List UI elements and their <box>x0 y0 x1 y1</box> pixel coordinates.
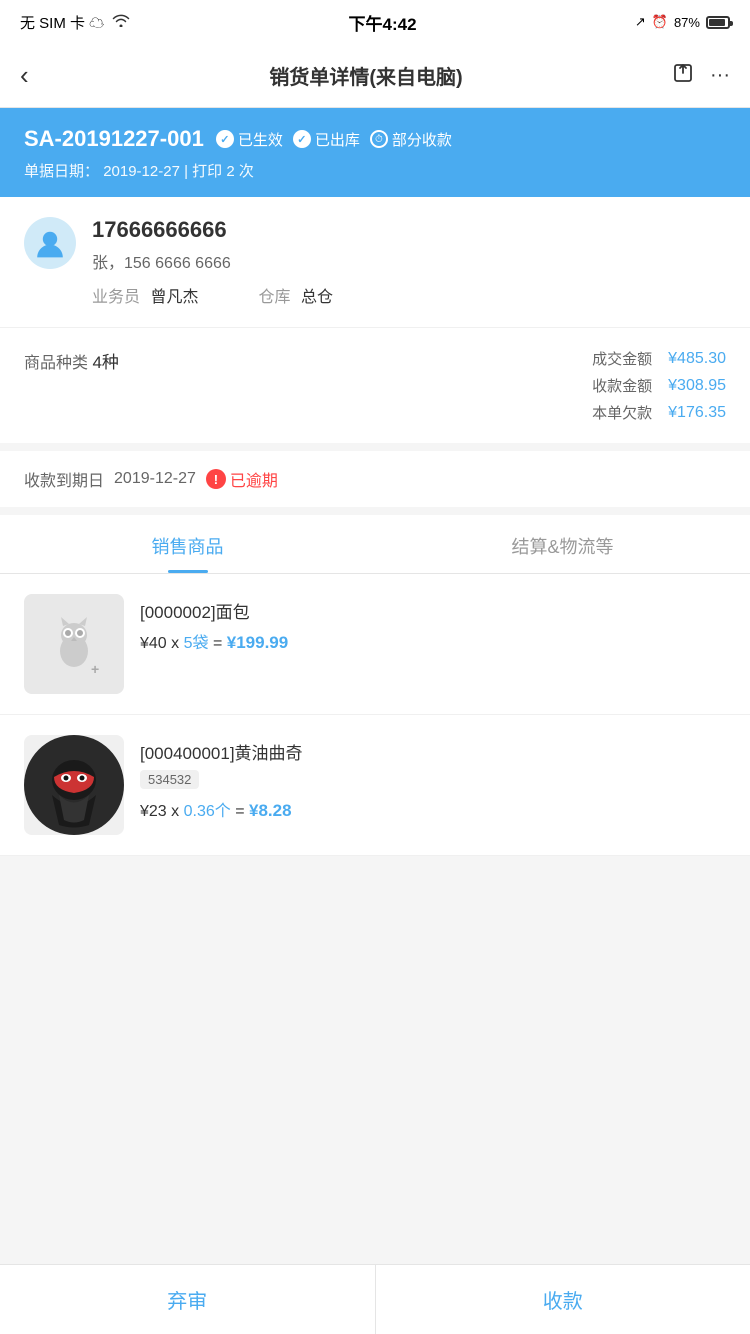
product-details-2: [000400001]黄油曲奇 534532 ¥23 x 0.36个 = ¥8.… <box>140 735 726 821</box>
alarm-icon: ⏰ <box>652 14 668 30</box>
type-label: 商品种类 <box>24 355 88 372</box>
badge-shipped: ✓ 已出库 <box>293 129 360 150</box>
check-icon-shipped: ✓ <box>293 130 311 148</box>
amount-label: 成交金额 <box>592 348 652 369</box>
overdue-icon: ! <box>206 469 226 489</box>
price-total-2: ¥8.28 <box>249 801 292 820</box>
financial-stats: 成交金额 ¥485.30 收款金额 ¥308.95 本单欠款 ¥176.35 <box>592 348 726 423</box>
table-row: + [0000002]面包 ¥40 x 5袋 = ¥199.99 <box>0 574 750 715</box>
order-banner: SA-20191227-001 ✓ 已生效 ✓ 已出库 ⏱ 部分收款 单据日期：… <box>0 108 750 197</box>
nav-bar: ‹ 销货单详情(来自电脑) ··· <box>0 44 750 108</box>
price-base-1: ¥40 <box>140 635 167 652</box>
order-id: SA-20191227-001 <box>24 126 204 152</box>
thumb-placeholder-1: + <box>24 594 124 694</box>
badge-partial: ⏱ 部分收款 <box>370 129 452 150</box>
wifi-icon <box>112 13 130 31</box>
customer-meta: 业务员 曾凡杰 仓库 总仓 <box>92 283 726 307</box>
status-right: ↗ ⏰ 87% <box>635 14 730 30</box>
product-tag-2: 534532 <box>140 770 199 789</box>
collect-payment-button[interactable]: 收款 <box>376 1265 750 1334</box>
date-label: 单据日期： <box>24 163 99 180</box>
warehouse-meta: 仓库 总仓 <box>258 283 332 307</box>
sim-text: 无 SIM 卡 ☁ <box>20 12 104 33</box>
overdue-badge: ! 已逾期 <box>206 467 278 491</box>
bottom-action-bar: 弃审 收款 <box>0 1264 750 1334</box>
table-row: [000400001]黄油曲奇 534532 ¥23 x 0.36个 = ¥8.… <box>0 715 750 856</box>
received-row: 收款金额 ¥308.95 <box>592 375 726 396</box>
debt-label: 本单欠款 <box>592 402 652 423</box>
type-count-value: 4种 <box>92 353 118 372</box>
salesperson-value: 曾凡杰 <box>150 289 198 306</box>
battery-text: 87% <box>674 15 700 30</box>
product-thumbnail-1: + <box>24 594 124 694</box>
debt-value: ¥176.35 <box>668 404 726 422</box>
product-thumbnail-2 <box>24 735 124 835</box>
tab-sales-products[interactable]: 销售商品 <box>0 515 375 573</box>
warehouse-value: 总仓 <box>301 289 333 306</box>
price-total-1: ¥199.99 <box>227 633 288 652</box>
amount-row: 成交金额 ¥485.30 <box>592 348 726 369</box>
svg-text:+: + <box>91 661 99 677</box>
product-name-2: [000400001]黄油曲奇 <box>140 739 726 764</box>
product-name-1: [0000002]面包 <box>140 598 726 623</box>
due-date-value: 2019-12-27 <box>114 470 196 488</box>
amount-value: ¥485.30 <box>668 350 726 368</box>
customer-id: 17666666666 <box>92 217 726 243</box>
share-icon[interactable] <box>672 62 694 90</box>
cancel-review-button[interactable]: 弃审 <box>0 1265 376 1334</box>
nav-right-actions: ··· <box>672 62 730 90</box>
salesperson-label: 业务员 <box>92 289 140 306</box>
status-left: 无 SIM 卡 ☁ <box>20 12 130 33</box>
print-info: | 打印 2 次 <box>184 163 254 180</box>
product-price-1: ¥40 x 5袋 = ¥199.99 <box>140 629 726 653</box>
status-time: 下午4:42 <box>349 10 417 35</box>
clock-icon: ⏱ <box>370 130 388 148</box>
banner-date-row: 单据日期： 2019-12-27 | 打印 2 次 <box>24 160 726 181</box>
status-bar: 无 SIM 卡 ☁ 下午4:42 ↗ ⏰ 87% <box>0 0 750 44</box>
debt-row: 本单欠款 ¥176.35 <box>592 402 726 423</box>
check-icon-effective: ✓ <box>216 130 234 148</box>
salesperson-meta: 业务员 曾凡杰 <box>92 283 198 307</box>
warehouse-label: 仓库 <box>258 289 290 306</box>
price-qty-2: 0.36个 <box>184 803 231 820</box>
customer-section: 17666666666 张，156 6666 6666 业务员 曾凡杰 仓库 总… <box>0 197 750 328</box>
price-base-2: ¥23 <box>140 803 167 820</box>
battery-icon <box>706 16 730 29</box>
badge-effective: ✓ 已生效 <box>216 129 283 150</box>
overdue-text: 已逾期 <box>230 467 278 491</box>
stats-section: 商品种类 4种 成交金额 ¥485.30 收款金额 ¥308.95 本单欠款 ¥… <box>0 328 750 451</box>
tab-settlement[interactable]: 结算&物流等 <box>375 515 750 573</box>
customer-info: 17666666666 张，156 6666 6666 业务员 曾凡杰 仓库 总… <box>92 217 726 307</box>
location-icon: ↗ <box>635 14 646 30</box>
back-button[interactable]: ‹ <box>20 60 60 91</box>
customer-name-phone: 张，156 6666 6666 <box>92 249 726 273</box>
product-list: + [0000002]面包 ¥40 x 5袋 = ¥199.99 <box>0 574 750 856</box>
more-icon[interactable]: ··· <box>710 64 730 87</box>
status-badges: ✓ 已生效 ✓ 已出库 ⏱ 部分收款 <box>216 129 452 150</box>
banner-row1: SA-20191227-001 ✓ 已生效 ✓ 已出库 ⏱ 部分收款 <box>24 126 726 152</box>
product-price-2: ¥23 x 0.36个 = ¥8.28 <box>140 797 726 821</box>
tabs-section: 销售商品 结算&物流等 <box>0 515 750 574</box>
order-date: 2019-12-27 <box>103 163 180 180</box>
due-date-section: 收款到期日 2019-12-27 ! 已逾期 <box>0 451 750 515</box>
customer-avatar <box>24 217 76 269</box>
due-date-label: 收款到期日 <box>24 467 104 491</box>
price-qty-1: 5袋 <box>184 635 209 652</box>
product-details-1: [0000002]面包 ¥40 x 5袋 = ¥199.99 <box>140 594 726 653</box>
page-title: 销货单详情(来自电脑) <box>269 61 462 90</box>
received-label: 收款金额 <box>592 375 652 396</box>
product-type-count: 商品种类 4种 <box>24 348 119 373</box>
received-value: ¥308.95 <box>668 377 726 395</box>
